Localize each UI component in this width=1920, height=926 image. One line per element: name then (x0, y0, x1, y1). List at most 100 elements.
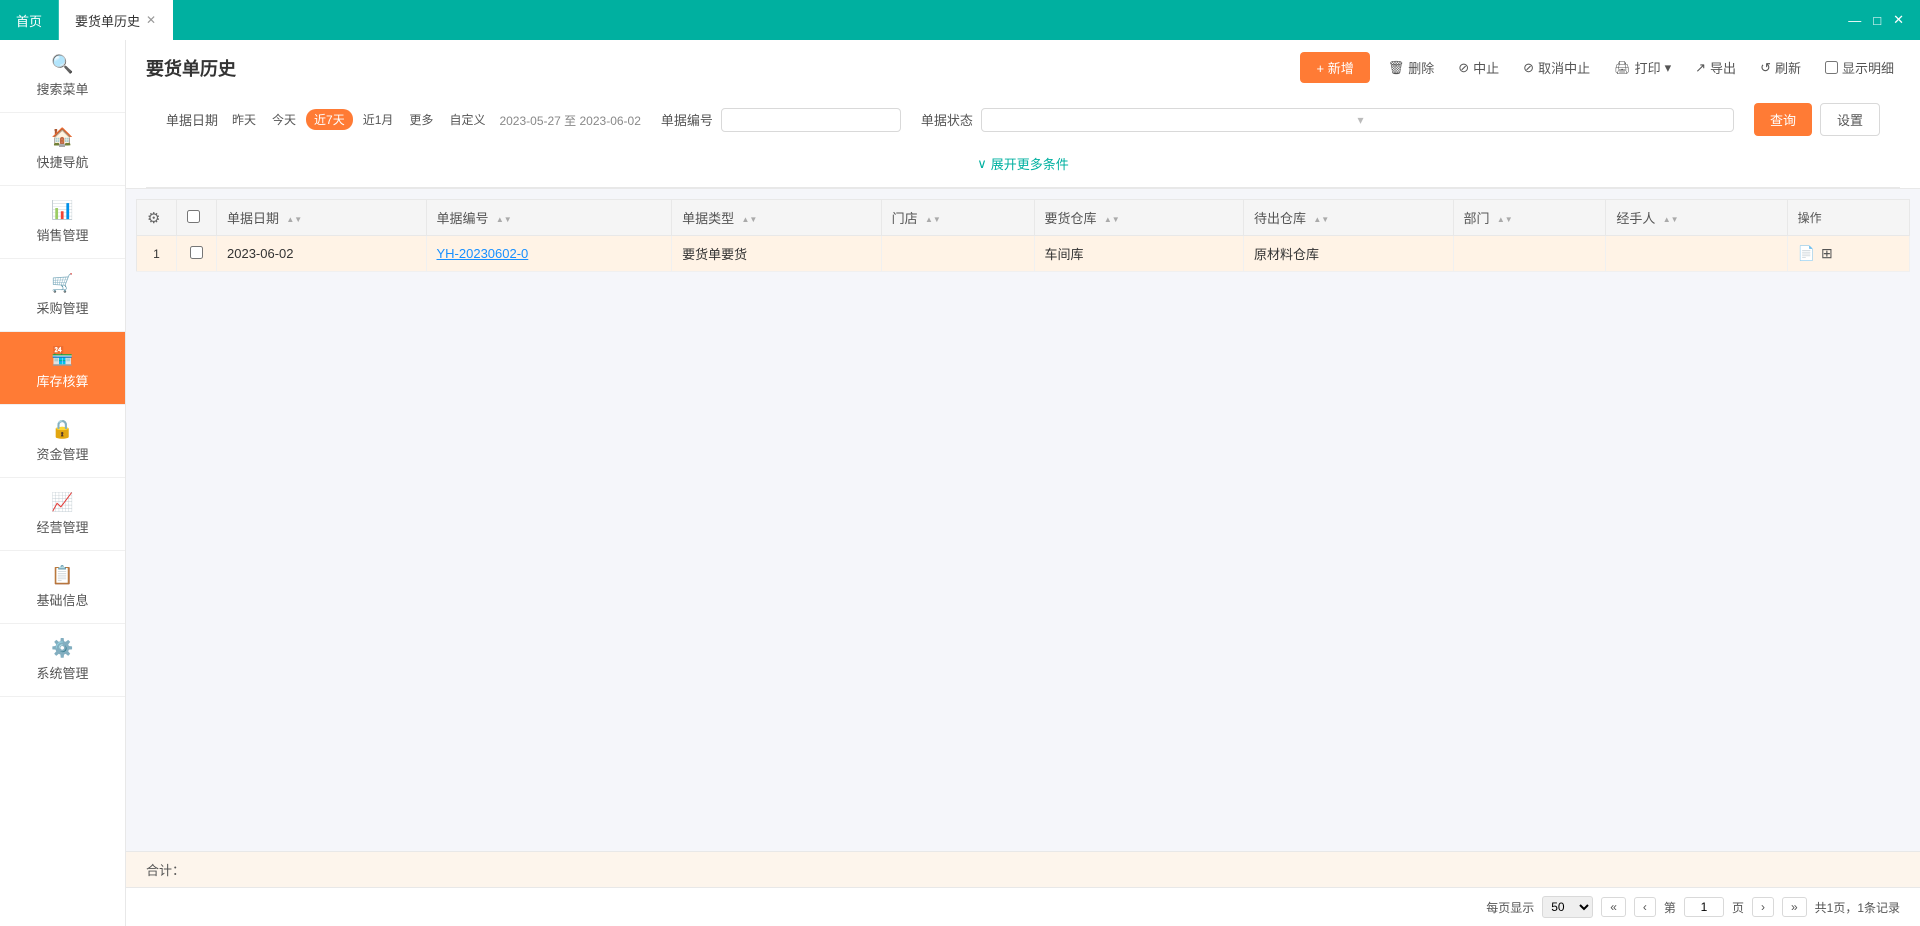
sort-doctype-icon[interactable]: ▲▼ (742, 216, 758, 224)
table-settings-icon[interactable]: ⚙ (147, 210, 160, 227)
minimize-icon[interactable]: — (1848, 13, 1861, 28)
date-filter-label: 单据日期 (166, 110, 218, 129)
yesterday-shortcut[interactable]: 昨天 (226, 109, 262, 130)
row-pending-warehouse: 原材料仓库 (1244, 236, 1454, 272)
query-button[interactable]: 查询 (1754, 103, 1812, 136)
sidebar-item-quicknav[interactable]: 🏠 快捷导航 (0, 113, 125, 186)
sort-pending-warehouse-icon[interactable]: ▲▼ (1313, 216, 1329, 224)
prev-page-button[interactable]: ‹ (1634, 897, 1656, 917)
sales-icon: 📊 (51, 200, 73, 221)
last-page-button[interactable]: » (1782, 897, 1807, 917)
cancel-stop-button[interactable]: ⊘ 取消中止 (1517, 54, 1596, 81)
close-window-icon[interactable]: ✕ (1893, 12, 1904, 28)
delete-icon: 🗑 (1388, 60, 1405, 76)
docno-label: 单据编号 (661, 110, 713, 129)
page-input[interactable] (1684, 897, 1724, 917)
delete-label: 删除 (1408, 58, 1434, 77)
refresh-label: 刷新 (1775, 58, 1801, 77)
expand-conditions-button[interactable]: ∨ 展开更多条件 (969, 150, 1077, 177)
select-all-checkbox[interactable] (187, 210, 200, 223)
footer-total-label: 合计： (146, 860, 185, 879)
table-header-row: ⚙ 单据日期 ▲▼ 单据编号 ▲▼ (137, 200, 1910, 236)
refresh-button[interactable]: ↺ 刷新 (1754, 54, 1807, 81)
sidebar-item-sales[interactable]: 📊 销售管理 (0, 186, 125, 259)
sort-date-icon[interactable]: ▲▼ (286, 216, 302, 224)
last7days-shortcut[interactable]: 近7天 (306, 109, 353, 130)
th-handler: 经手人 ▲▼ (1606, 200, 1787, 236)
row-detail-icon[interactable]: ⊞ (1821, 245, 1833, 262)
settings-th: ⚙ (137, 200, 177, 236)
page-header: 要货单历史 + 新增 🗑 删除 ⊘ 中止 ⊘ 取消中止 (126, 40, 1920, 189)
date-filter-group: 单据日期 昨天 今天 近7天 近1月 更多 自定义 2023-05-27 至 2… (166, 109, 641, 130)
export-icon: ↗ (1695, 60, 1706, 76)
sort-dept-icon[interactable]: ▲▼ (1497, 216, 1513, 224)
new-button[interactable]: + 新增 (1300, 52, 1369, 83)
docno-input[interactable] (721, 108, 901, 132)
page-suffix: 页 (1732, 899, 1744, 916)
row-doctype-value: 要货单要货 (682, 247, 747, 262)
print-icon: 🖨 (1614, 60, 1631, 76)
stop-button[interactable]: ⊘ 中止 (1452, 54, 1505, 81)
sidebar-item-purchase[interactable]: 🛒 采购管理 (0, 259, 125, 332)
sidebar-item-quicknav-label: 快捷导航 (36, 152, 88, 171)
sidebar-item-purchase-label: 采购管理 (36, 298, 88, 317)
sidebar-item-system[interactable]: ⚙️ 系统管理 (0, 624, 125, 697)
show-detail-checkbox[interactable]: 显示明细 (1819, 54, 1900, 81)
tab-requisition-history[interactable]: 要货单历史 ✕ (59, 0, 173, 40)
row-checkbox (177, 236, 217, 272)
sidebar-item-inventory[interactable]: 🏪 库存核算 (0, 332, 125, 405)
row-doctype: 要货单要货 (672, 236, 882, 272)
sidebar-item-operation[interactable]: 📈 经营管理 (0, 478, 125, 551)
first-page-button[interactable]: « (1601, 897, 1626, 917)
export-button[interactable]: ↗ 导出 (1689, 54, 1742, 81)
next-page-button[interactable]: › (1752, 897, 1774, 917)
sort-req-warehouse-icon[interactable]: ▲▼ (1104, 216, 1120, 224)
tab-requisition-label: 要货单历史 (75, 11, 140, 30)
more-shortcut[interactable]: 更多 (403, 109, 439, 130)
action-buttons: 查询 设置 (1754, 103, 1880, 136)
row-req-warehouse: 车间库 (1034, 236, 1244, 272)
docno-filter-group: 单据编号 (661, 108, 901, 132)
show-detail-input[interactable] (1825, 61, 1838, 74)
status-label: 单据状态 (921, 110, 973, 129)
tab-home[interactable]: 首页 (0, 0, 59, 40)
print-button[interactable]: 🖨 打印 ▾ (1608, 54, 1677, 81)
print-dropdown-icon: ▾ (1665, 60, 1672, 76)
custom-shortcut[interactable]: 自定义 (443, 109, 491, 130)
purchase-icon: 🛒 (51, 273, 73, 294)
today-shortcut[interactable]: 今天 (266, 109, 302, 130)
sidebar-item-search[interactable]: 🔍 搜索菜单 (0, 40, 125, 113)
filter-row: 单据日期 昨天 今天 近7天 近1月 更多 自定义 2023-05-27 至 2… (146, 93, 1900, 146)
date-shortcuts: 昨天 今天 近7天 近1月 更多 自定义 (226, 109, 491, 130)
maximize-icon[interactable]: □ (1873, 13, 1881, 28)
sidebar-item-basic[interactable]: 📋 基础信息 (0, 551, 125, 624)
th-docno: 单据编号 ▲▼ (426, 200, 672, 236)
stop-icon: ⊘ (1458, 60, 1469, 76)
inventory-icon: 🏪 (51, 346, 73, 367)
status-select[interactable]: ▾ (981, 108, 1734, 132)
sort-docno-icon[interactable]: ▲▼ (496, 216, 512, 224)
th-doctype: 单据类型 ▲▼ (672, 200, 882, 236)
print-label: 打印 (1635, 58, 1661, 77)
row-num: 1 (137, 236, 177, 272)
tab-list: 首页 要货单历史 ✕ (0, 0, 173, 40)
row-dept (1453, 236, 1606, 272)
row-edit-icon[interactable]: 📄 (1798, 245, 1815, 262)
tab-home-label: 首页 (16, 11, 42, 30)
row-docno-link[interactable]: YH-20230602-0 (437, 246, 529, 261)
delete-button[interactable]: 🗑 删除 (1382, 54, 1441, 81)
refresh-icon: ↺ (1760, 60, 1771, 76)
page-size-select[interactable]: 10 20 50 100 (1542, 896, 1593, 918)
row-select-checkbox[interactable] (190, 246, 203, 259)
last1month-shortcut[interactable]: 近1月 (357, 109, 400, 130)
tab-close-icon[interactable]: ✕ (146, 13, 156, 27)
sort-store-icon[interactable]: ▲▼ (925, 216, 941, 224)
settings-button[interactable]: 设置 (1820, 103, 1880, 136)
sidebar-item-sales-label: 销售管理 (36, 225, 88, 244)
total-info: 共1页，1条记录 (1815, 899, 1900, 916)
sort-handler-icon[interactable]: ▲▼ (1663, 216, 1679, 224)
show-detail-label: 显示明细 (1842, 58, 1894, 77)
row-handler (1606, 236, 1787, 272)
sidebar-item-fund[interactable]: 🔒 资金管理 (0, 405, 125, 478)
system-icon: ⚙️ (51, 638, 73, 659)
